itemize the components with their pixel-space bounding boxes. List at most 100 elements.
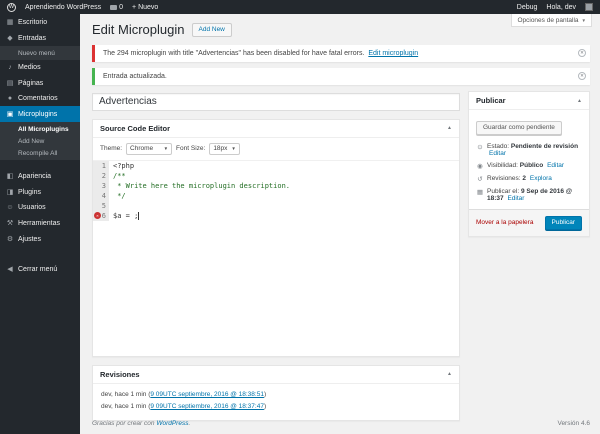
pages-icon: ▤ [6, 80, 14, 87]
comments-icon: ● [7, 95, 13, 102]
sidebar-item-label: Medios [18, 64, 41, 71]
publish-button[interactable]: Publicar [544, 215, 582, 230]
site-name-link[interactable]: Aprendiendo WordPress [25, 4, 101, 11]
theme-label: Theme: [100, 145, 123, 152]
publish-header[interactable]: Publicar ▲ [469, 92, 589, 110]
sidebar-item-microplugins[interactable]: ▣ Microplugins [0, 106, 80, 122]
screen-options-tab[interactable]: Opciones de pantalla ▼ [511, 14, 592, 27]
font-size-label: Font Size: [176, 145, 206, 152]
dashboard-icon: ▦ [6, 19, 14, 26]
line-number: 6 [101, 211, 106, 220]
version-text: Versión 4.6 [557, 420, 590, 427]
sidebar-item-label: Páginas [18, 79, 44, 87]
sidebar-item-escritorio[interactable]: ▦ Escritorio [0, 14, 80, 30]
revision-link[interactable]: 9 09UTC septiembre, 2016 @ 18:38:51 [150, 391, 264, 398]
settings-icon: ⚙ [6, 236, 14, 243]
sidebar-item-label: Usuarios [18, 204, 46, 211]
post-title-input[interactable] [92, 92, 460, 111]
wordpress-logo-icon[interactable]: W [7, 2, 16, 12]
publish-date-row: ▦ Publicar el: 9 Sep de 2016 @ 18:37 Edi… [476, 186, 582, 205]
sidebar: ▦ Escritorio ◆ Entradas Nuevo menú ♪ Med… [0, 14, 80, 434]
sidebar-item-label: Herramientas [18, 219, 61, 227]
edit-microplugin-link[interactable]: Edit microplugin [368, 50, 418, 57]
users-icon: ☺ [6, 204, 14, 211]
visibility-eye-icon: ◉ [477, 163, 483, 170]
sidebar-item-apariencia[interactable]: ◧ Apariencia [0, 168, 80, 184]
sidebar-item-herramientas[interactable]: ⚒ Herramientas [0, 215, 80, 231]
code-text: * Write here the microplugin description… [113, 181, 291, 190]
move-to-trash-link[interactable]: Mover a la papelera [476, 219, 533, 226]
font-size-select-value: 18px [213, 145, 228, 152]
error-notice: The 294 microplugin with title "Adverten… [92, 45, 590, 62]
metabox-title: Publicar [476, 96, 506, 105]
save-pending-button[interactable]: Guardar como pendiente [476, 120, 562, 135]
theme-select-value: Chrome [130, 145, 154, 152]
sidebar-subitem-recompile-all[interactable]: Recompile All [0, 147, 80, 159]
sidebar-subitem-all-microplugins[interactable]: All Microplugins [0, 123, 80, 135]
add-new-button[interactable]: Add New [191, 22, 232, 37]
wordpress-link[interactable]: WordPress [156, 420, 188, 427]
revisions-header[interactable]: Revisiones ▲ [93, 366, 459, 384]
revisions-count: 2 [522, 175, 527, 182]
chevron-down-icon: ▼ [163, 146, 169, 151]
code-text: <?php [113, 161, 135, 170]
edit-date-link[interactable]: Editar [507, 195, 524, 202]
visibility-label: Visibilidad: [487, 162, 518, 169]
text-cursor [138, 211, 140, 220]
comment-count: 0 [119, 3, 124, 11]
collapse-menu-button[interactable]: ◀ Cerrar menú [0, 261, 80, 277]
sidebar-subitem-nuevo-menu[interactable]: Nuevo menú [0, 47, 80, 59]
account-menu[interactable]: Hola, dev [546, 4, 576, 11]
revision-link[interactable]: 9 09UTC septiembre, 2016 @ 18:37:47 [150, 403, 264, 410]
chevron-down-icon: ▼ [231, 146, 236, 151]
revision-suffix: ) [263, 403, 267, 410]
sidebar-item-comentarios[interactable]: ● Comentarios [0, 91, 80, 106]
browse-revisions-link[interactable]: Explora [530, 175, 552, 182]
publish-box: Publicar ▲ Guardar como pendiente ⊙ Esta… [468, 91, 590, 237]
publish-column: Publicar ▲ Guardar como pendiente ⊙ Esta… [468, 91, 590, 421]
publish-date-label: Publicar el: [487, 188, 520, 195]
sidebar-item-paginas[interactable]: ▤ Páginas [0, 75, 80, 91]
code-line: 1 <?php [93, 160, 459, 171]
new-content-link[interactable]: + Nuevo [132, 4, 158, 11]
revision-row: dev, hace 1 min (9 09UTC septiembre, 201… [101, 401, 451, 413]
debug-link[interactable]: Debug [517, 4, 538, 11]
font-size-select[interactable]: 18px ▼ [209, 142, 240, 155]
dismiss-icon[interactable]: ✕ [578, 72, 586, 80]
menu-separator [0, 160, 80, 168]
edit-visibility-link[interactable]: Editar [547, 162, 564, 169]
dismiss-icon[interactable]: ✕ [578, 49, 586, 57]
sidebar-item-plugins[interactable]: ◨ Plugins [0, 184, 80, 200]
footer-thanks-suffix: . [188, 420, 191, 427]
status-value: Pendiente de revisión [510, 143, 579, 150]
menu-separator [0, 247, 80, 261]
source-code-editor-header[interactable]: Source Code Editor ▲ [93, 120, 459, 138]
sidebar-subitem-add-new[interactable]: Add New [0, 135, 80, 147]
toggle-panel-icon[interactable]: ▲ [447, 125, 452, 131]
sidebar-item-label: Ajustes [18, 235, 41, 243]
revisions-label: Revisiones: [487, 175, 521, 182]
wordpress-logo-glyph: W [7, 2, 16, 12]
chevron-down-icon: ▼ [581, 17, 586, 23]
line-number: 5 [93, 200, 109, 211]
sidebar-item-label: Apariencia [18, 172, 52, 180]
sidebar-item-label: Escritorio [18, 18, 48, 26]
calendar-icon: ▦ [476, 189, 484, 196]
sidebar-item-ajustes[interactable]: ⚙ Ajustes [0, 231, 80, 247]
edit-status-link[interactable]: Editar [489, 150, 506, 157]
sidebar-item-label: Comentarios [18, 95, 58, 102]
sidebar-item-medios[interactable]: ♪ Medios [0, 60, 80, 75]
avatar[interactable] [585, 3, 593, 11]
code-line: ✕ 6 $a = ; [93, 210, 459, 221]
comments-shortcut[interactable]: 0 [110, 4, 123, 11]
line-number: 1 [93, 160, 109, 171]
theme-select[interactable]: Chrome ▼ [126, 142, 173, 155]
toggle-panel-icon[interactable]: ▲ [447, 371, 452, 377]
revisions-row: ↺ Revisiones: 2 Explora [476, 173, 582, 186]
toggle-panel-icon[interactable]: ▲ [577, 98, 582, 104]
status-row: ⊙ Estado: Pendiente de revisión Editar [476, 141, 582, 160]
sidebar-item-usuarios[interactable]: ☺ Usuarios [0, 200, 80, 215]
source-code-editor-box: Source Code Editor ▲ Theme: Chrome ▼ Fon… [92, 118, 460, 357]
sidebar-item-entradas[interactable]: ◆ Entradas [0, 30, 80, 46]
code-editor[interactable]: 1 <?php 2 /** 3 * Write here the micropl… [93, 159, 459, 356]
